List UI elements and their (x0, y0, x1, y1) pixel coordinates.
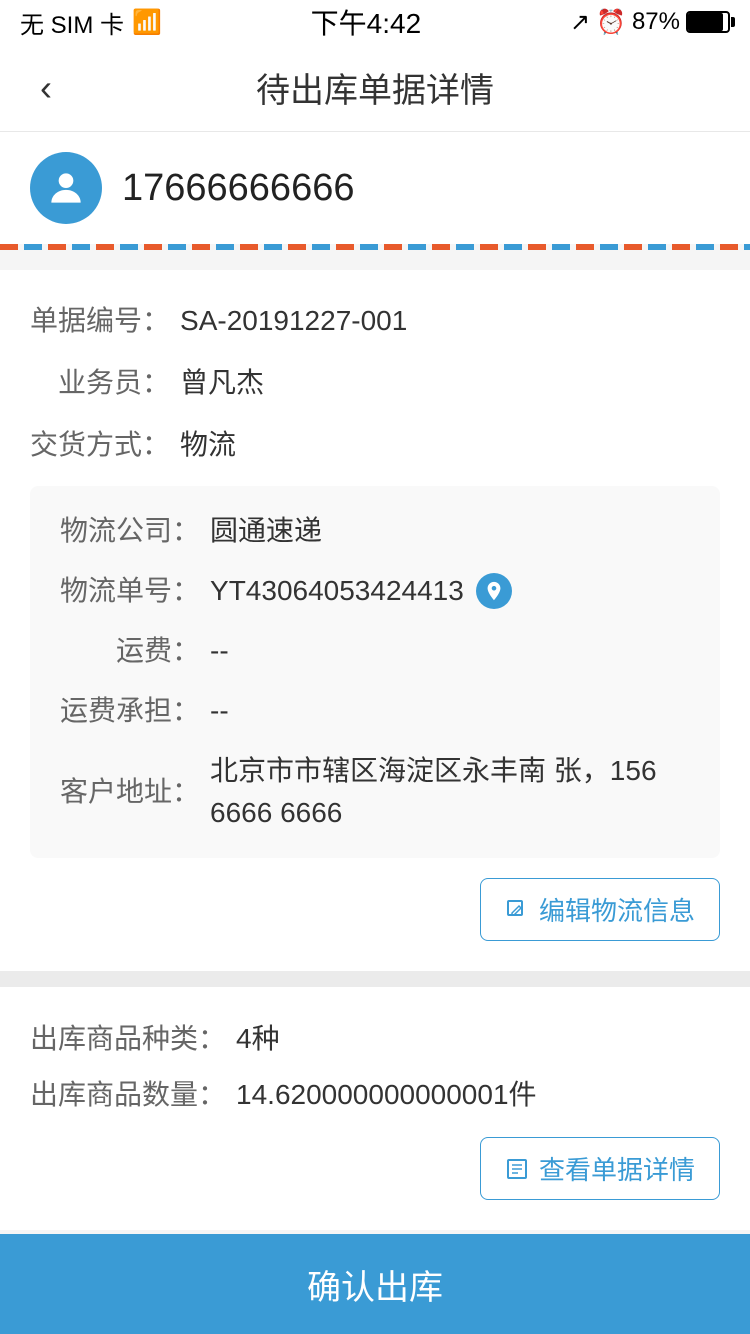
logistics-tracking-value: YT43064053424413 (200, 570, 690, 612)
nav-bar: ‹ 待出库单据详情 (0, 44, 750, 132)
wifi-icon: 📶 (132, 8, 162, 37)
goods-types-row: 出库商品种类： 4种 (30, 1017, 720, 1057)
customer-address-row: 客户地址： 北京市市辖区海淀区永丰南 张，156 6666 6666 (60, 750, 690, 834)
freight-row: 运费： -- (60, 630, 690, 672)
edit-logistics-container: 编辑物流信息 (30, 878, 720, 941)
back-button[interactable]: ‹ (30, 57, 62, 119)
delivery-method-row: 交货方式： 物流 (30, 424, 720, 466)
logistics-tracking-label: 物流单号： (60, 570, 200, 612)
goods-info-section: 出库商品种类： 4种 出库商品数量： 14.620000000000001件 查… (0, 987, 750, 1230)
battery-percentage: 87% (632, 8, 680, 36)
location-status-icon: ↗ (570, 8, 590, 37)
dashed-divider (0, 244, 750, 250)
freight-bearer-label: 运费承担： (60, 690, 200, 732)
edit-logistics-label: 编辑物流信息 (539, 891, 695, 928)
edit-logistics-button[interactable]: 编辑物流信息 (480, 878, 720, 941)
logistics-company-label: 物流公司： (60, 510, 200, 552)
customer-address-value: 北京市市辖区海淀区永丰南 张，156 6666 6666 (200, 750, 690, 834)
view-details-label: 查看单据详情 (539, 1150, 695, 1187)
freight-value: -- (200, 630, 690, 672)
tracking-location-icon[interactable] (476, 573, 512, 609)
salesman-label: 业务员： (30, 362, 170, 404)
battery-icon (686, 11, 730, 33)
status-time: 下午4:42 (311, 2, 422, 42)
status-right: ↗ ⏰ 87% (570, 8, 730, 37)
map-pin-icon (483, 580, 505, 602)
view-details-container: 查看单据详情 (30, 1137, 720, 1200)
delivery-method-label: 交货方式： (30, 424, 170, 466)
salesman-row: 业务员： 曾凡杰 (30, 362, 720, 404)
basic-info-section: 单据编号： SA-20191227-001 业务员： 曾凡杰 交货方式： 物流 … (0, 270, 750, 971)
document-no-label: 单据编号： (30, 300, 170, 342)
status-left: 无 SIM 卡 📶 (20, 5, 162, 40)
carrier-label: 无 SIM 卡 (20, 5, 124, 40)
confirm-button-label: 确认出库 (307, 1260, 443, 1309)
goods-quantity-row: 出库商品数量： 14.620000000000001件 (30, 1073, 720, 1113)
nav-title: 待出库单据详情 (256, 63, 494, 112)
alarm-icon: ⏰ (596, 8, 626, 37)
section-divider (0, 971, 750, 987)
goods-quantity-value: 14.620000000000001件 (226, 1073, 537, 1113)
edit-icon (505, 898, 529, 922)
user-header: 17666666666 (0, 132, 750, 244)
document-no-value: SA-20191227-001 (170, 300, 720, 342)
logistics-company-row: 物流公司： 圆通速递 (60, 510, 690, 552)
delivery-method-value: 物流 (170, 424, 720, 466)
person-icon (44, 166, 88, 210)
freight-label: 运费： (60, 630, 200, 672)
avatar (30, 152, 102, 224)
list-icon (505, 1157, 529, 1181)
document-no-row: 单据编号： SA-20191227-001 (30, 300, 720, 342)
confirm-bar[interactable]: 确认出库 (0, 1234, 750, 1334)
logistics-company-value: 圆通速递 (200, 510, 690, 552)
goods-quantity-label: 出库商品数量： (30, 1073, 226, 1113)
view-details-button[interactable]: 查看单据详情 (480, 1137, 720, 1200)
freight-bearer-value: -- (200, 690, 690, 732)
goods-types-label: 出库商品种类： (30, 1017, 226, 1057)
freight-bearer-row: 运费承担： -- (60, 690, 690, 732)
goods-types-value: 4种 (226, 1017, 280, 1057)
tracking-number: YT43064053424413 (210, 570, 464, 612)
customer-address-label: 客户地址： (60, 771, 200, 813)
logistics-card: 物流公司： 圆通速递 物流单号： YT43064053424413 运费： -- (30, 486, 720, 858)
salesman-value: 曾凡杰 (170, 362, 720, 404)
user-phone: 17666666666 (122, 167, 354, 210)
logistics-tracking-row: 物流单号： YT43064053424413 (60, 570, 690, 612)
status-bar: 无 SIM 卡 📶 下午4:42 ↗ ⏰ 87% (0, 0, 750, 44)
